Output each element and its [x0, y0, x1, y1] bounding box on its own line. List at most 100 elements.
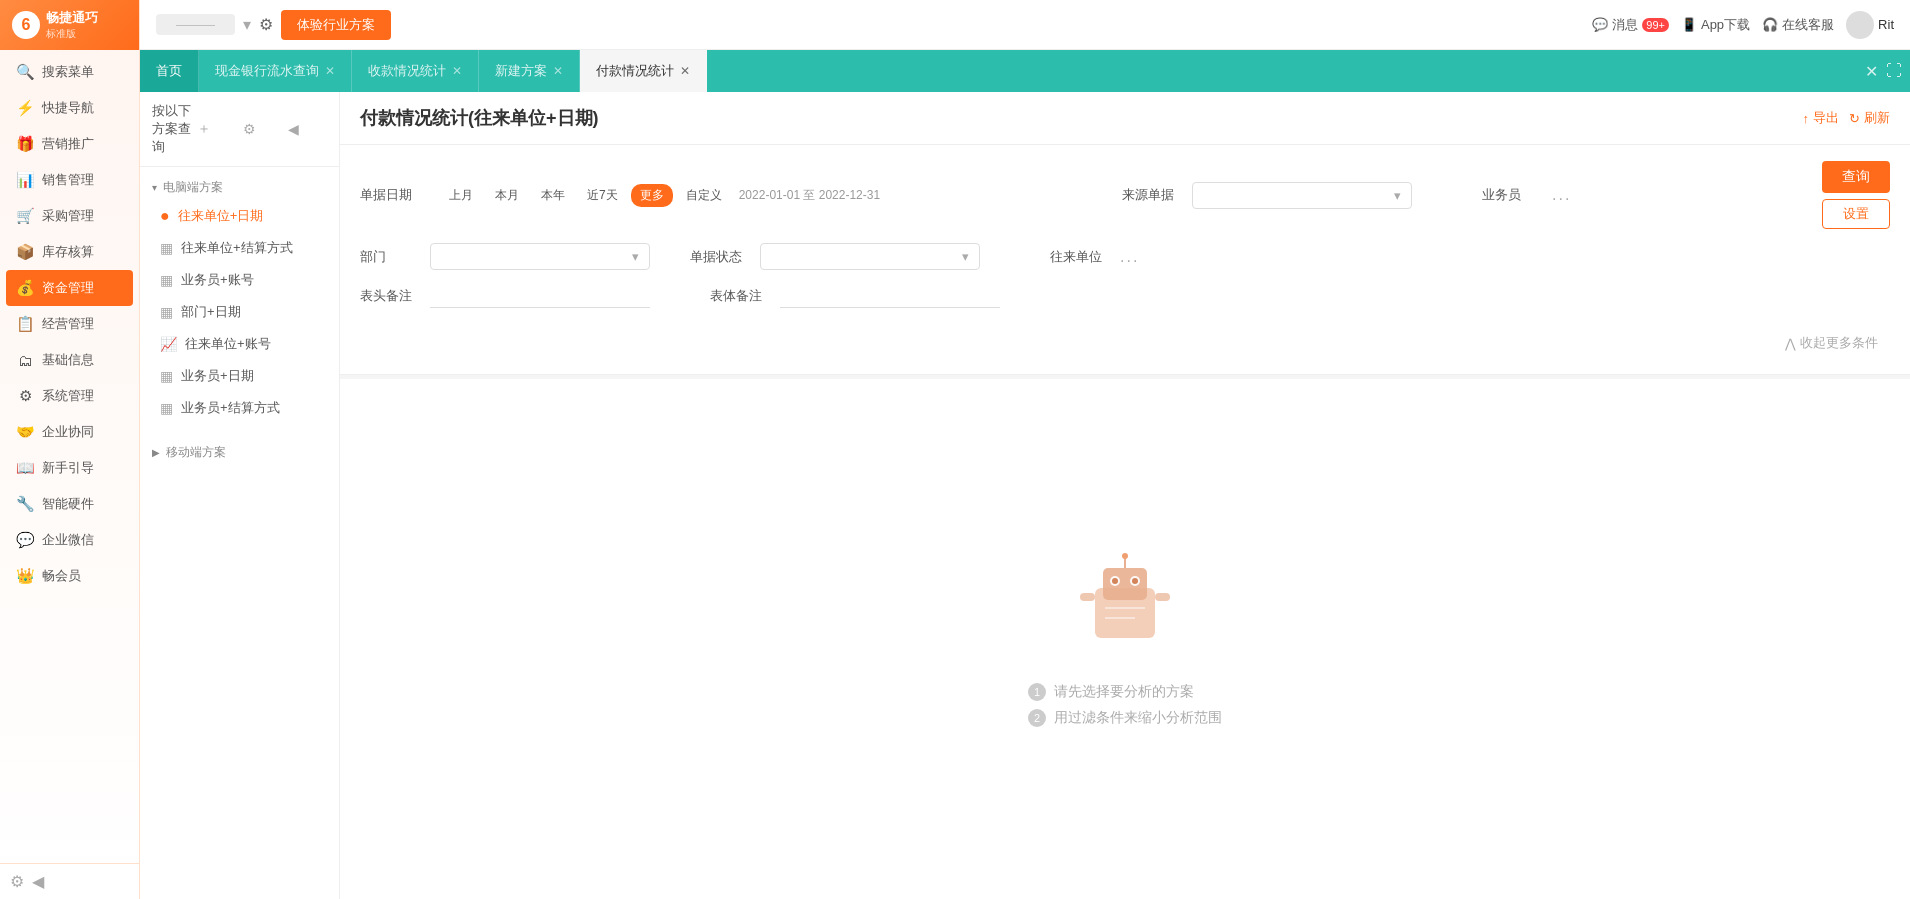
partner-label: 往来单位	[1050, 248, 1110, 266]
tab-close-receipt-stat[interactable]: ✕	[452, 64, 462, 78]
sidebar-item-finance[interactable]: 💰 资金管理	[6, 270, 133, 306]
sidebar-item-quick-nav[interactable]: ⚡ 快捷导航	[0, 90, 139, 126]
settings-btn[interactable]: 设置	[1822, 199, 1890, 229]
desktop-section-title[interactable]: ▾ 电脑端方案	[140, 175, 339, 200]
scheme-icon-staff-settle: ▦	[160, 400, 173, 416]
tab-receipt-stat[interactable]: 收款情况统计 ✕	[352, 50, 479, 92]
sidebar-item-basic[interactable]: 🗂 基础信息	[0, 342, 139, 378]
table-head-note-input[interactable]	[430, 284, 650, 308]
scheme-settings-btn[interactable]: ⚙	[243, 121, 282, 137]
sidebar-item-guide[interactable]: 📖 新手引导	[0, 450, 139, 486]
user-name: Rit	[1878, 17, 1894, 32]
sidebar-item-member[interactable]: 👑 畅会员	[0, 558, 139, 594]
tab-close-payment-stat[interactable]: ✕	[680, 64, 690, 78]
close-window-btn[interactable]: ✕	[1865, 62, 1878, 81]
source-bill-select[interactable]: ▾	[1192, 182, 1412, 209]
page-header: 付款情况统计(往来单位+日期) ↑ 导出 ↻ 刷新	[340, 92, 1910, 145]
table-body-note-input[interactable]	[780, 284, 1000, 308]
date-option-this-year[interactable]: 本年	[532, 183, 574, 208]
collapse-panel-btn[interactable]: ◀	[288, 121, 327, 137]
tab-home[interactable]: 首页	[140, 50, 199, 92]
export-icon: ↑	[1803, 111, 1810, 126]
dept-select[interactable]: ▾	[430, 243, 650, 270]
mobile-section-title[interactable]: ▶ 移动端方案	[140, 440, 339, 465]
tab-payment-stat[interactable]: 付款情况统计 ✕	[580, 50, 707, 92]
sidebar-item-search[interactable]: 🔍 搜索菜单	[0, 54, 139, 90]
sidebar-item-weixin[interactable]: 💬 企业微信	[0, 522, 139, 558]
online-service-btn[interactable]: 🎧 在线客服	[1762, 16, 1834, 34]
svg-rect-8	[1080, 593, 1095, 601]
bill-status-chevron: ▾	[962, 249, 969, 264]
sidebar-item-inventory[interactable]: 📦 库存核算	[0, 234, 139, 270]
inventory-icon: 📦	[16, 243, 34, 261]
settings-bottom-btn[interactable]: ⚙	[10, 872, 24, 891]
date-option-this-month[interactable]: 本月	[486, 183, 528, 208]
scheme-item-partner-settle[interactable]: ▦ 往来单位+结算方式	[140, 232, 339, 264]
scheme-item-dept-date[interactable]: ▦ 部门+日期	[140, 296, 339, 328]
date-option-last-month[interactable]: 上月	[440, 183, 482, 208]
sidebar-item-purchase[interactable]: 🛒 采购管理	[0, 198, 139, 234]
date-option-custom[interactable]: 自定义	[677, 183, 731, 208]
bill-status-select[interactable]: ▾	[760, 243, 980, 270]
svg-point-5	[1132, 578, 1138, 584]
svg-rect-9	[1155, 593, 1170, 601]
logo: 6 畅捷通巧 标准版	[0, 0, 139, 50]
scheme-item-staff-date[interactable]: ▦ 业务员+日期	[140, 360, 339, 392]
finance-icon: 💰	[16, 279, 34, 297]
messages-btn[interactable]: 💬 消息 99+	[1592, 16, 1669, 34]
salesman-dots[interactable]: ...	[1552, 186, 1571, 204]
tab-close-bank-flow[interactable]: ✕	[325, 64, 335, 78]
sales-icon: 📊	[16, 171, 34, 189]
tab-bank-flow[interactable]: 现金银行流水查询 ✕	[199, 50, 352, 92]
app-download-btn[interactable]: 📱 App下载	[1681, 16, 1750, 34]
export-btn[interactable]: ↑ 导出	[1803, 109, 1840, 127]
mobile-section: ▶ 移动端方案	[140, 432, 339, 473]
sidebar-item-operation[interactable]: 📋 经营管理	[0, 306, 139, 342]
collapse-sidebar-btn[interactable]: ◀	[32, 872, 44, 891]
marketing-icon: 🎁	[16, 135, 34, 153]
sidebar-item-enterprise[interactable]: 🤝 企业协同	[0, 414, 139, 450]
desktop-section: ▾ 电脑端方案 ● 往来单位+日期 ▦ 往来单位+结算方式 ▦ 业务员+账号 ▦	[140, 167, 339, 432]
sidebar: 6 畅捷通巧 标准版 🔍 搜索菜单 ⚡ 快捷导航 🎁 营销推广 📊 销售管理 🛒…	[0, 0, 140, 899]
scheme-icon-staff-date: ▦	[160, 368, 173, 384]
topbar-dropdown-icon[interactable]: ▾	[243, 15, 251, 34]
filter-area: 单据日期 上月 本月 本年 近7天 更多 自定义 2022-01-01 至 20…	[340, 145, 1910, 375]
hardware-icon: 🔧	[16, 495, 34, 513]
tab-new-scheme[interactable]: 新建方案 ✕	[479, 50, 580, 92]
partner-dots[interactable]: ...	[1120, 248, 1139, 266]
topbar-gear-icon[interactable]: ⚙	[259, 15, 273, 34]
scheme-item-staff-account[interactable]: ▦ 业务员+账号	[140, 264, 339, 296]
scheme-item-staff-settle[interactable]: ▦ 业务员+结算方式	[140, 392, 339, 424]
scheme-icon-partner-account: 📈	[160, 336, 177, 352]
sidebar-item-hardware[interactable]: 🔧 智能硬件	[0, 486, 139, 522]
system-icon: ⚙	[16, 387, 34, 405]
date-option-7days[interactable]: 近7天	[578, 183, 627, 208]
user-avatar-area[interactable]: Rit	[1846, 11, 1894, 39]
collapse-conditions-btn[interactable]: ⋀ 收起更多条件	[1773, 328, 1890, 358]
scheme-item-partner-account[interactable]: 📈 往来单位+账号	[140, 328, 339, 360]
date-option-more[interactable]: 更多	[631, 184, 673, 207]
scheme-item-partner-date[interactable]: ● 往来单位+日期	[140, 200, 339, 232]
empty-state: 1 请先选择要分析的方案 2 用过滤条件来缩小分析范围	[340, 379, 1910, 899]
add-scheme-btn[interactable]: ＋	[197, 120, 236, 138]
scheme-icon-dept-date: ▦	[160, 304, 173, 320]
app-icon: 📱	[1681, 17, 1697, 32]
sidebar-item-system[interactable]: ⚙ 系统管理	[0, 378, 139, 414]
left-panel: 按以下方案查询 ＋ ⚙ ◀ ▾ 电脑端方案 ● 往来单位+日期 ▦ 往来单位+结…	[140, 92, 340, 899]
query-btn[interactable]: 查询	[1822, 161, 1890, 193]
tab-close-new-scheme[interactable]: ✕	[553, 64, 563, 78]
refresh-icon: ↻	[1849, 111, 1860, 126]
topbar-actions: 💬 消息 99+ 📱 App下载 🎧 在线客服 Rit	[1592, 11, 1894, 39]
expand-window-btn[interactable]: ⛶	[1886, 62, 1902, 80]
sidebar-item-marketing[interactable]: 🎁 营销推广	[0, 126, 139, 162]
topbar: ——— ▾ ⚙ 体验行业方案 💬 消息 99+ 📱 App下载 🎧 在线客服 R…	[140, 0, 1910, 50]
refresh-btn[interactable]: ↻ 刷新	[1849, 109, 1890, 127]
try-industry-btn[interactable]: 体验行业方案	[281, 10, 391, 40]
sidebar-item-sales[interactable]: 📊 销售管理	[0, 162, 139, 198]
right-panel: 付款情况统计(往来单位+日期) ↑ 导出 ↻ 刷新 单据日期	[340, 92, 1910, 899]
source-bill-chevron: ▾	[1394, 188, 1401, 203]
enterprise-icon: 🤝	[16, 423, 34, 441]
message-icon: 💬	[1592, 17, 1608, 32]
user-avatar	[1846, 11, 1874, 39]
date-options: 上月 本月 本年 近7天 更多 自定义 2022-01-01 至 2022-12…	[440, 183, 880, 208]
